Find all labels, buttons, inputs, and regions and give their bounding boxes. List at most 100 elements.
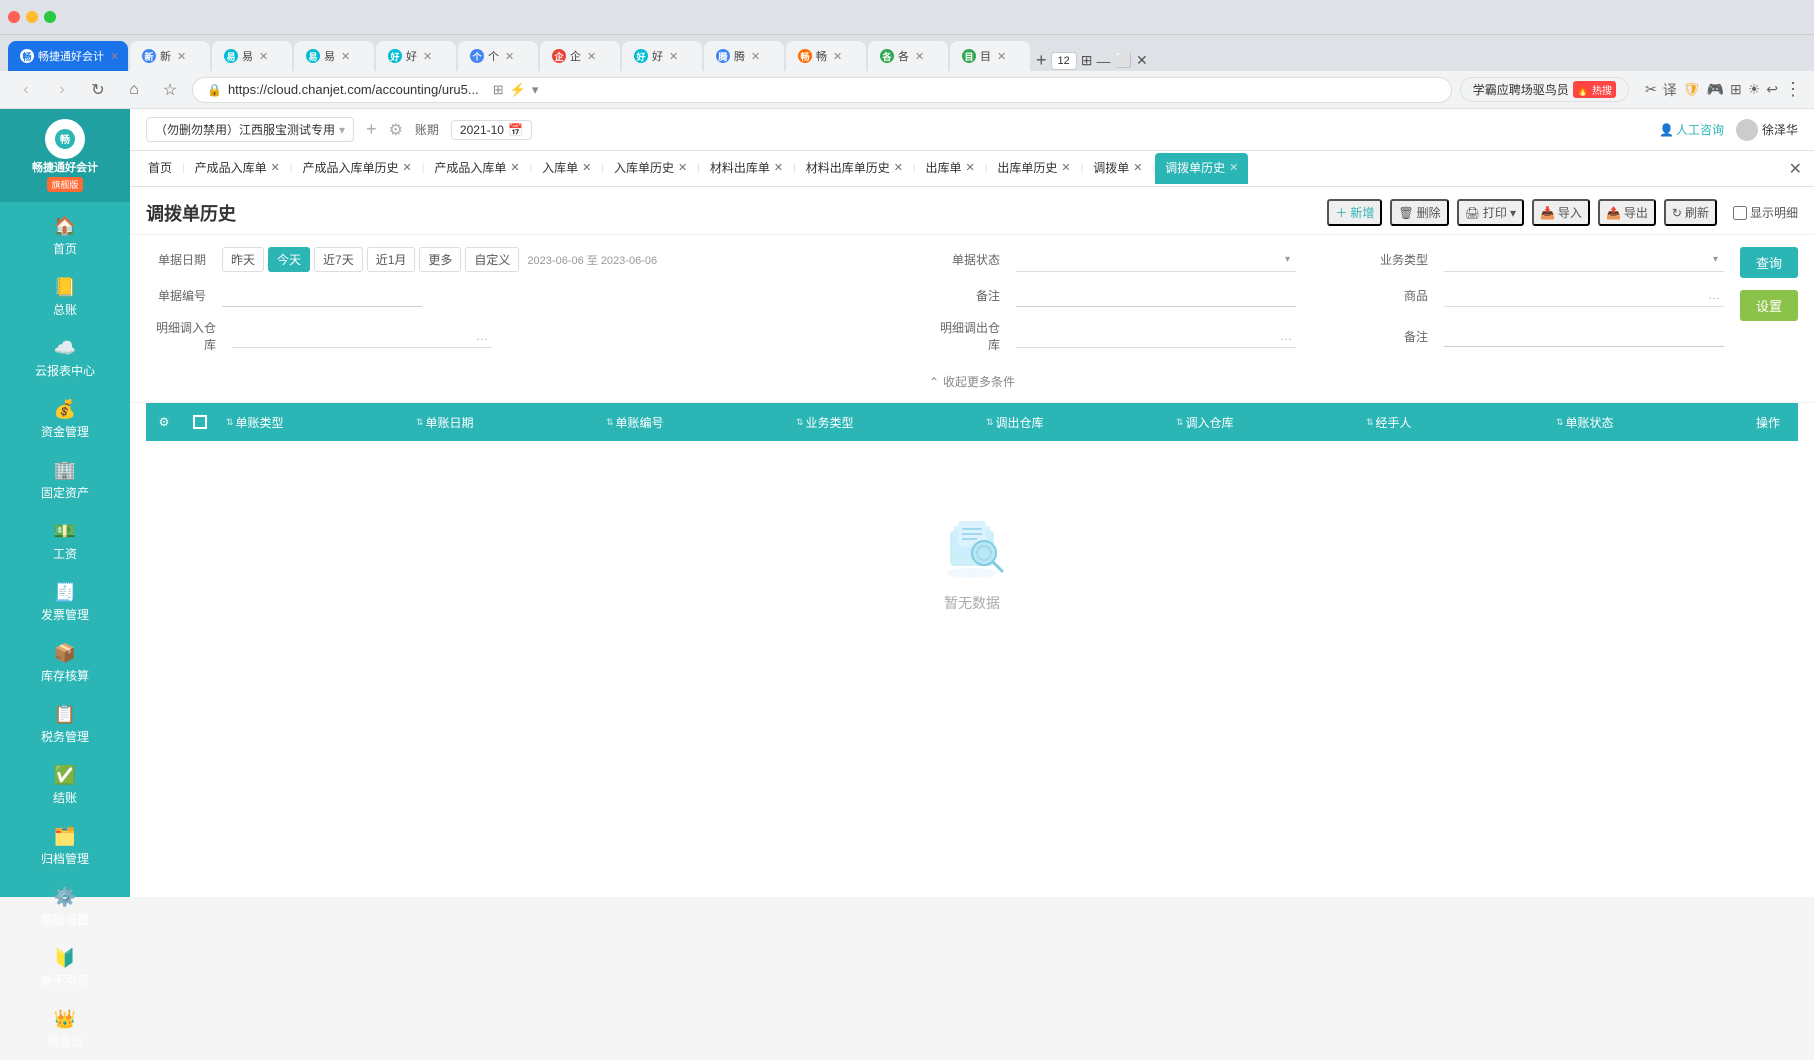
new-tab-btn[interactable]: + bbox=[1036, 50, 1047, 71]
sidebar-item-assets[interactable]: 🏢 固定资产 bbox=[0, 450, 130, 511]
tab-menu-btn[interactable]: ⊞ bbox=[1081, 52, 1093, 69]
page-tab-close-2[interactable]: ✕ bbox=[402, 161, 411, 174]
sidebar-item-archive[interactable]: 🗂️ 归档管理 bbox=[0, 816, 130, 877]
biz-type-select[interactable]: ▾ bbox=[1444, 248, 1724, 272]
close-window-btn[interactable]: ✕ bbox=[1136, 52, 1148, 69]
goods-input[interactable] bbox=[1444, 284, 1704, 306]
delete-btn[interactable]: 🗑 删除 bbox=[1390, 199, 1448, 226]
date-btn-1month[interactable]: 近1月 bbox=[367, 247, 416, 272]
address-bar[interactable]: 🔒 https://cloud.chanjet.com/accounting/u… bbox=[192, 77, 1452, 103]
page-tab-close-11[interactable]: ✕ bbox=[1229, 161, 1238, 174]
page-tab-close-5[interactable]: ✕ bbox=[678, 161, 687, 174]
browser-tab[interactable]: 畅 畅捷通好会计 ✕ bbox=[8, 41, 128, 71]
page-tab-close-10[interactable]: ✕ bbox=[1133, 161, 1142, 174]
note-input[interactable] bbox=[1016, 285, 1296, 307]
page-tab-close-3[interactable]: ✕ bbox=[510, 161, 519, 174]
maximize-btn[interactable]: ⬜ bbox=[1115, 52, 1132, 69]
sidebar-item-invoice[interactable]: 🧾 发票管理 bbox=[0, 572, 130, 633]
sidebar-item-home[interactable]: 🏠 首页 bbox=[0, 206, 130, 267]
user-info[interactable]: 徐泽华 bbox=[1736, 119, 1798, 141]
sidebar-item-reports[interactable]: ☁️ 云报表中心 bbox=[0, 328, 130, 389]
page-tab-10[interactable]: 调拨单 ✕ bbox=[1083, 153, 1152, 184]
page-tab-3[interactable]: 产成品入库单 ✕ bbox=[424, 153, 529, 184]
show-cols-toggle[interactable]: 显示明细 bbox=[1733, 204, 1798, 221]
browser-tab-2[interactable]: 新 新 ✕ bbox=[130, 41, 210, 71]
date-btn-yesterday[interactable]: 昨天 bbox=[222, 247, 264, 272]
page-tab-11[interactable]: 调拨单历史 ✕ bbox=[1155, 153, 1248, 184]
page-tab-close-4[interactable]: ✕ bbox=[582, 161, 591, 174]
page-tab-2[interactable]: 产成品入库单历史 ✕ bbox=[292, 153, 421, 184]
period-value[interactable]: 2021-10 📅 bbox=[451, 120, 532, 140]
browser-tab-5[interactable]: 好 好 ✕ bbox=[376, 41, 456, 71]
th-date[interactable]: ⇅ 单账日期 bbox=[408, 403, 598, 441]
th-biz[interactable]: ⇅ 业务类型 bbox=[788, 403, 978, 441]
in-warehouse-ellipsis[interactable]: … bbox=[476, 329, 488, 343]
refresh-btn[interactable]: ↻ bbox=[84, 76, 112, 104]
page-tab-6[interactable]: 材料出库单 ✕ bbox=[700, 153, 793, 184]
page-tab-8[interactable]: 出库单 ✕ bbox=[916, 153, 985, 184]
page-tab-4[interactable]: 入库单 ✕ bbox=[532, 153, 601, 184]
browser-tab-7[interactable]: 企 企 ✕ bbox=[540, 41, 620, 71]
th-gear[interactable]: ⚙ bbox=[146, 403, 182, 441]
browser-tab-4[interactable]: 易 易 ✕ bbox=[294, 41, 374, 71]
show-cols-checkbox[interactable] bbox=[1733, 206, 1747, 220]
out-warehouse-ellipsis[interactable]: … bbox=[1280, 329, 1292, 343]
print-btn[interactable]: 🖨 打印 ▾ bbox=[1457, 199, 1524, 226]
status-select[interactable]: ▾ bbox=[1016, 248, 1296, 272]
date-btn-more[interactable]: 更多 bbox=[419, 247, 461, 272]
sidebar-item-member[interactable]: 👑 畅会员 bbox=[0, 999, 130, 1060]
browser-tab-11[interactable]: 各 各 ✕ bbox=[868, 41, 948, 71]
forward-btn[interactable]: › bbox=[48, 76, 76, 104]
dropdown-nav-btn[interactable]: ▾ bbox=[532, 82, 539, 98]
sidebar-item-settle[interactable]: ✅ 结账 bbox=[0, 755, 130, 816]
sidebar-item-guide[interactable]: 🔰 新手引导 bbox=[0, 938, 130, 999]
browser-tab-8[interactable]: 好 好 ✕ bbox=[622, 41, 702, 71]
date-btn-today[interactable]: 今天 bbox=[268, 247, 310, 272]
page-tab-close-8[interactable]: ✕ bbox=[966, 161, 975, 174]
th-out[interactable]: ⇅ 调出仓库 bbox=[978, 403, 1168, 441]
back-btn[interactable]: ‹ bbox=[12, 76, 40, 104]
add-company-btn[interactable]: + bbox=[366, 119, 377, 140]
page-tab-5[interactable]: 入库单历史 ✕ bbox=[604, 153, 697, 184]
th-checkbox[interactable] bbox=[182, 403, 218, 441]
sidebar-item-inventory[interactable]: 📦 库存核算 bbox=[0, 633, 130, 694]
browser-tab-6[interactable]: 个 个 ✕ bbox=[458, 41, 538, 71]
goods-ellipsis[interactable]: … bbox=[1708, 288, 1720, 302]
th-num[interactable]: ⇅ 单账编号 bbox=[598, 403, 788, 441]
page-tab-home[interactable]: 首页 bbox=[138, 153, 182, 184]
setting-btn[interactable]: 设置 bbox=[1740, 290, 1798, 321]
page-tab-7[interactable]: 材料出库单历史 ✕ bbox=[796, 153, 913, 184]
minimize-btn[interactable]: — bbox=[1097, 53, 1111, 69]
select-all-checkbox[interactable] bbox=[193, 415, 207, 429]
service-btn[interactable]: 👤 人工咨询 bbox=[1659, 121, 1724, 138]
company-select[interactable]: （勿删勿禁用）江西服宝测试专用 ▾ bbox=[146, 117, 354, 142]
th-type[interactable]: ⇅ 单账类型 bbox=[218, 403, 408, 441]
bookmark-btn[interactable]: ☆ bbox=[156, 76, 184, 104]
export-btn[interactable]: 📤 导出 bbox=[1598, 199, 1656, 226]
browser-tab-3[interactable]: 易 易 ✕ bbox=[212, 41, 292, 71]
import-btn[interactable]: 📥 导入 bbox=[1532, 199, 1590, 226]
page-tab-close-1[interactable]: ✕ bbox=[271, 161, 280, 174]
close-all-tabs-btn[interactable]: ✕ bbox=[1785, 155, 1806, 183]
page-tab-9[interactable]: 出库单历史 ✕ bbox=[987, 153, 1080, 184]
browser-tab-9[interactable]: 腾 腾 ✕ bbox=[704, 41, 784, 71]
note2-input[interactable] bbox=[1444, 325, 1724, 347]
date-btn-custom[interactable]: 自定义 bbox=[465, 247, 519, 272]
sidebar-item-ledger[interactable]: 📒 总账 bbox=[0, 267, 130, 328]
page-tab-close-9[interactable]: ✕ bbox=[1061, 161, 1070, 174]
date-btn-7days[interactable]: 近7天 bbox=[314, 247, 363, 272]
browser-tab-10[interactable]: 畅 畅 ✕ bbox=[786, 41, 866, 71]
query-btn[interactable]: 查询 bbox=[1740, 247, 1798, 278]
page-tab-close-6[interactable]: ✕ bbox=[774, 161, 783, 174]
settings-gear-btn[interactable]: ⚙ bbox=[389, 120, 403, 140]
th-person[interactable]: ⇅ 经手人 bbox=[1358, 403, 1548, 441]
out-warehouse-input[interactable] bbox=[1016, 325, 1276, 347]
refresh-btn-action[interactable]: ↻ 刷新 bbox=[1664, 199, 1717, 226]
sidebar-item-settings[interactable]: ⚙️ 基础设置 bbox=[0, 877, 130, 938]
sidebar-item-fund[interactable]: 💰 资金管理 bbox=[0, 389, 130, 450]
th-status[interactable]: ⇅ 单账状态 bbox=[1548, 403, 1738, 441]
in-warehouse-input[interactable] bbox=[232, 325, 472, 347]
th-in[interactable]: ⇅ 调入仓库 bbox=[1168, 403, 1358, 441]
sidebar-item-tax[interactable]: 📋 税务管理 bbox=[0, 694, 130, 755]
collapse-btn[interactable]: ⌃ 收起更多条件 bbox=[929, 373, 1015, 390]
